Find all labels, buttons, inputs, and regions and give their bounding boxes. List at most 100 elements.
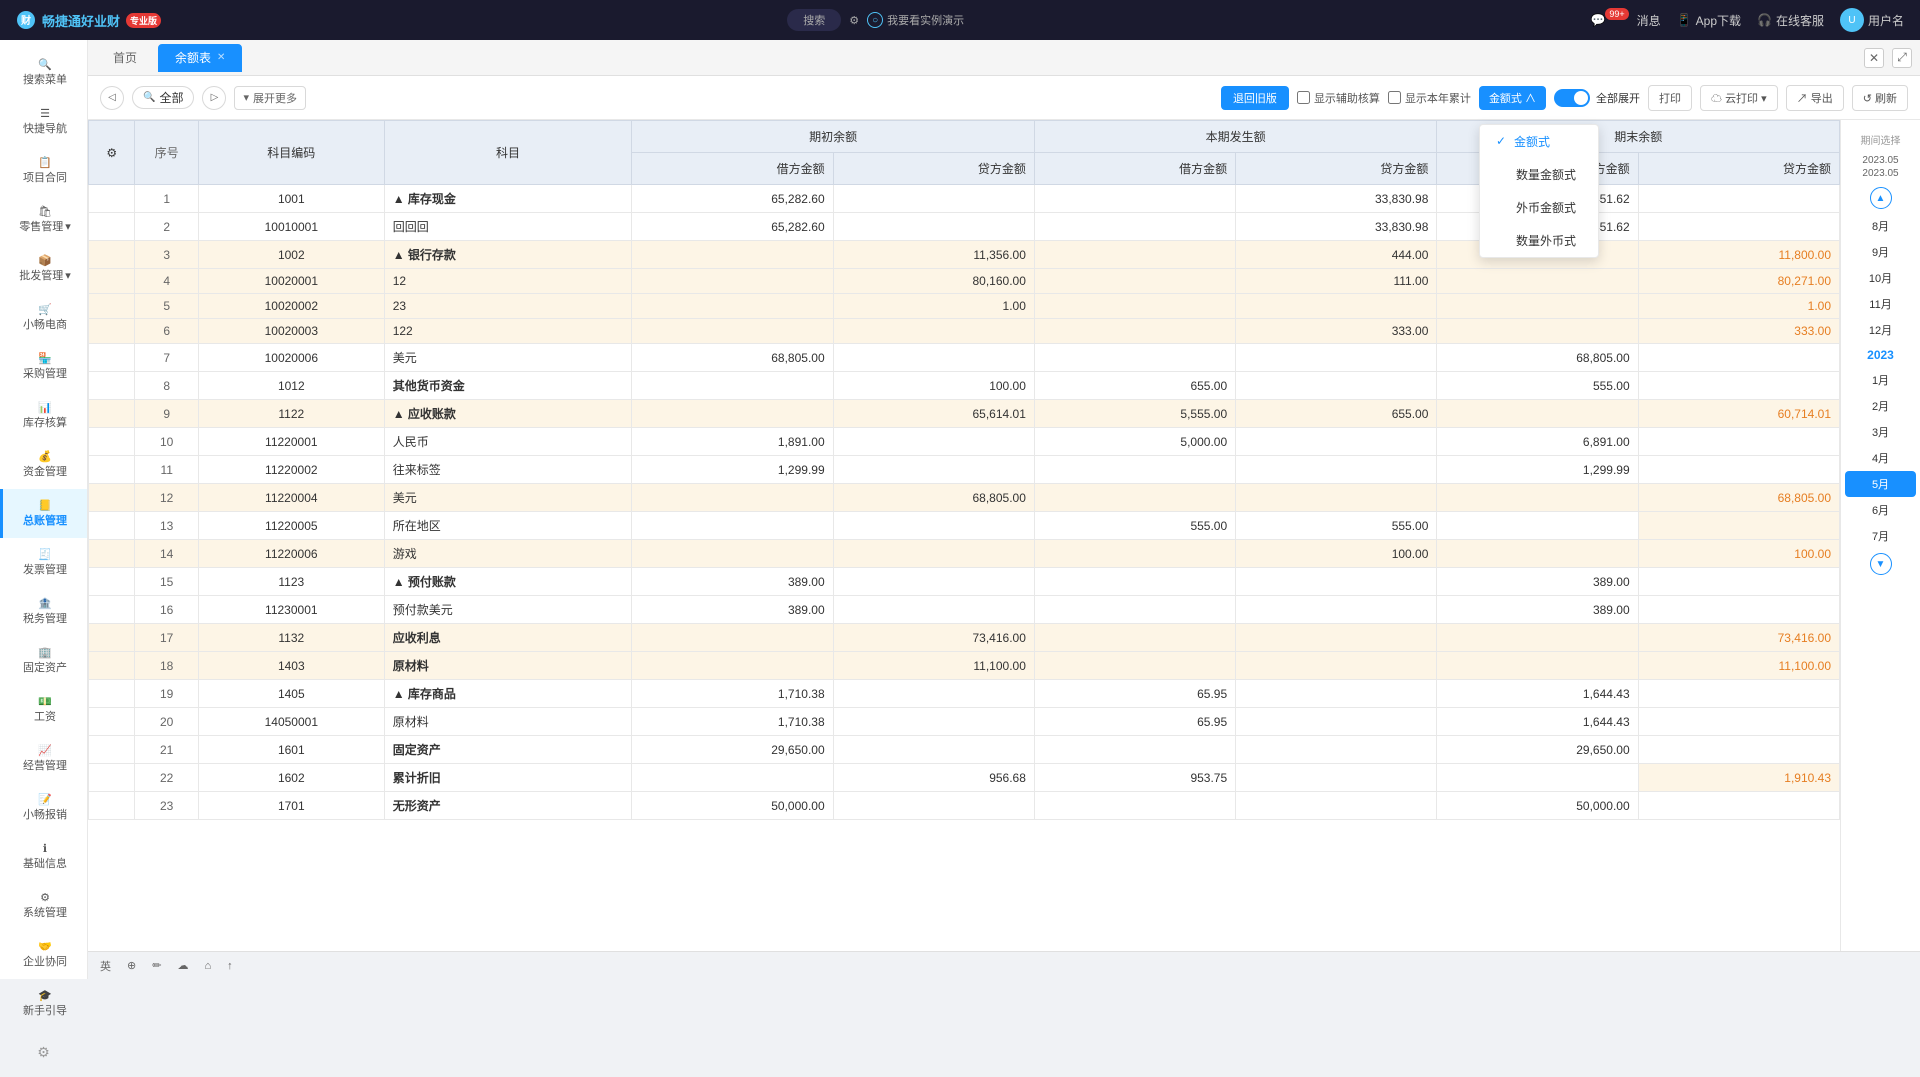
- amount-mode-btn[interactable]: 金额式 ∧: [1479, 86, 1546, 110]
- closing-credit-v: [1638, 456, 1839, 484]
- sidebar-gear-btn[interactable]: ⚙: [29, 1036, 58, 1069]
- period-2[interactable]: 2月: [1841, 393, 1920, 419]
- expand-all-toggle[interactable]: 全部展开: [1554, 89, 1640, 107]
- toggle-switch-control[interactable]: [1554, 89, 1590, 107]
- period-12[interactable]: 12月: [1841, 317, 1920, 343]
- tab-balance-close[interactable]: ✕: [217, 52, 225, 63]
- sidebar-item-expense[interactable]: 📝 小畅报销: [0, 783, 87, 832]
- opening-th-group: 期初余额: [632, 121, 1035, 153]
- mode-option-4[interactable]: 数量外币式: [1480, 224, 1598, 257]
- current-credit-cell: [1236, 294, 1437, 319]
- mode-option-2[interactable]: 数量金额式: [1480, 158, 1598, 191]
- edit-icon[interactable]: ✏: [152, 959, 161, 972]
- export-btn[interactable]: ↗ 导出: [1786, 85, 1844, 111]
- demo-btn[interactable]: ○ 我要看实例演示: [867, 12, 964, 28]
- row-settings: [89, 344, 135, 372]
- row-name[interactable]: ▲ 预付账款: [384, 568, 632, 596]
- closing-credit-v: 1.00: [1638, 294, 1839, 319]
- sidebar-item-capital[interactable]: 💰 资金管理: [0, 440, 87, 489]
- sidebar-item-assets[interactable]: 🏢 固定资产: [0, 636, 87, 685]
- sidebar-item-cooperation[interactable]: 🤝 企业协同: [0, 930, 87, 979]
- sidebar-item-quick-nav[interactable]: ☰ 快捷导航: [0, 97, 87, 146]
- row-num: 8: [135, 372, 198, 400]
- show-year-checkbox[interactable]: 显示本年累计: [1388, 90, 1471, 106]
- tax-icon: 🏦: [7, 597, 83, 610]
- user-btn[interactable]: U 用户名: [1840, 8, 1904, 32]
- sidebar-item-system[interactable]: ⚙ 系统管理: [0, 881, 87, 930]
- row-code: 10020006: [198, 344, 384, 372]
- mode-option-3[interactable]: 外币金额式: [1480, 191, 1598, 224]
- row-name: 原材料: [384, 708, 632, 736]
- sidebar-item-salary[interactable]: 💵 工资: [0, 685, 87, 734]
- row-name[interactable]: ▲ 银行存款: [384, 241, 632, 269]
- download-btn[interactable]: 📱 App下载: [1677, 12, 1741, 29]
- nav-forward-btn[interactable]: ▷: [202, 86, 226, 110]
- closing-credit-v: [1638, 708, 1839, 736]
- year-check[interactable]: [1388, 91, 1401, 104]
- refresh-btn[interactable]: ↺ 刷新: [1852, 85, 1908, 111]
- nav-back-btn[interactable]: ◁: [100, 86, 124, 110]
- add-icon[interactable]: ⊕: [127, 959, 136, 972]
- opening-debit-cell: [632, 484, 833, 512]
- period-3[interactable]: 3月: [1841, 419, 1920, 445]
- return-old-btn[interactable]: 退回旧版: [1221, 86, 1289, 110]
- mode-label-1: 金额式: [1514, 133, 1550, 150]
- period-4[interactable]: 4月: [1841, 445, 1920, 471]
- search-bar[interactable]: 搜索: [787, 9, 841, 31]
- show-assist-checkbox[interactable]: 显示辅助核算: [1297, 90, 1380, 106]
- period-7[interactable]: 7月: [1841, 523, 1920, 549]
- print-btn[interactable]: 打印: [1648, 85, 1692, 111]
- service-btn[interactable]: 🎧 在线客服: [1757, 12, 1824, 29]
- sidebar-item-purchase[interactable]: 🏪 采购管理: [0, 342, 87, 391]
- period-up-btn[interactable]: ▲: [1870, 187, 1892, 209]
- sidebar-item-invoice[interactable]: 🧾 发票管理: [0, 538, 87, 587]
- sidebar-item-ledger[interactable]: 📒 总账管理: [0, 489, 87, 538]
- cloud-print-btn[interactable]: ☁ 云打印 ▾: [1700, 85, 1778, 111]
- period-8[interactable]: 8月: [1841, 213, 1920, 239]
- period-6[interactable]: 6月: [1841, 497, 1920, 523]
- period-down-btn[interactable]: ▼: [1870, 553, 1892, 575]
- svg-text:财: 财: [20, 14, 31, 27]
- sidebar-item-inventory[interactable]: 📊 库存核算: [0, 391, 87, 440]
- home-icon[interactable]: ⌂: [204, 960, 211, 972]
- period-10[interactable]: 10月: [1841, 265, 1920, 291]
- cloud-status-icon[interactable]: ☁: [177, 959, 188, 972]
- period-1[interactable]: 1月: [1841, 367, 1920, 393]
- salary-icon: 💵: [7, 695, 83, 708]
- opening-debit-cell: 65,282.60: [632, 213, 833, 241]
- current-credit-cell: 111.00: [1236, 269, 1437, 294]
- message-btn[interactable]: 💬 99+ 消息: [1590, 12, 1660, 29]
- sidebar-item-basic[interactable]: ℹ 基础信息: [0, 832, 87, 881]
- period-9[interactable]: 9月: [1841, 239, 1920, 265]
- expand-more-btn[interactable]: ▾ 展开更多: [234, 86, 306, 110]
- sidebar-item-ecommerce[interactable]: 🛒 小畅电商: [0, 293, 87, 342]
- sidebar-item-tax[interactable]: 🏦 税务管理: [0, 587, 87, 636]
- period-11[interactable]: 11月: [1841, 291, 1920, 317]
- show-assist-label: 显示辅助核算: [1314, 90, 1380, 106]
- row-name[interactable]: ▲ 库存商品: [384, 680, 632, 708]
- mode-option-1[interactable]: ✓ 金额式: [1480, 125, 1598, 158]
- logo-icon: 财: [16, 10, 36, 30]
- row-name: 预付款美元: [384, 596, 632, 624]
- tab-close-btn[interactable]: ✕: [1864, 48, 1884, 68]
- sync-icon[interactable]: ↑: [227, 960, 233, 972]
- sidebar-item-wholesale[interactable]: 📦 批发管理 ▾: [0, 244, 87, 293]
- sidebar-item-operation[interactable]: 📈 经营管理: [0, 734, 87, 783]
- opening-debit-cell: 1,710.38: [632, 680, 833, 708]
- row-name[interactable]: ▲ 库存现金: [384, 185, 632, 213]
- lang-btn[interactable]: 英: [100, 958, 111, 974]
- row-name: 所在地区: [384, 512, 632, 540]
- assist-check[interactable]: [1297, 91, 1310, 104]
- sidebar-item-search[interactable]: 🔍 搜索菜单: [0, 48, 87, 97]
- period-5[interactable]: 5月: [1845, 471, 1916, 497]
- row-num: 16: [135, 596, 198, 624]
- tab-balance[interactable]: 余额表 ✕: [158, 44, 242, 72]
- tab-expand-btn[interactable]: ⤢: [1892, 48, 1912, 68]
- tab-home[interactable]: 首页: [96, 44, 154, 72]
- sidebar-item-retail[interactable]: 🛍 零售管理 ▾: [0, 195, 87, 244]
- row-name[interactable]: ▲ 应收账款: [384, 400, 632, 428]
- sidebar-item-project[interactable]: 📋 项目合同: [0, 146, 87, 195]
- settings-th[interactable]: ⚙: [89, 121, 135, 185]
- settings-icon-top[interactable]: ⚙: [849, 14, 859, 27]
- sidebar-item-newbie[interactable]: 🎓 新手引导: [0, 979, 87, 1028]
